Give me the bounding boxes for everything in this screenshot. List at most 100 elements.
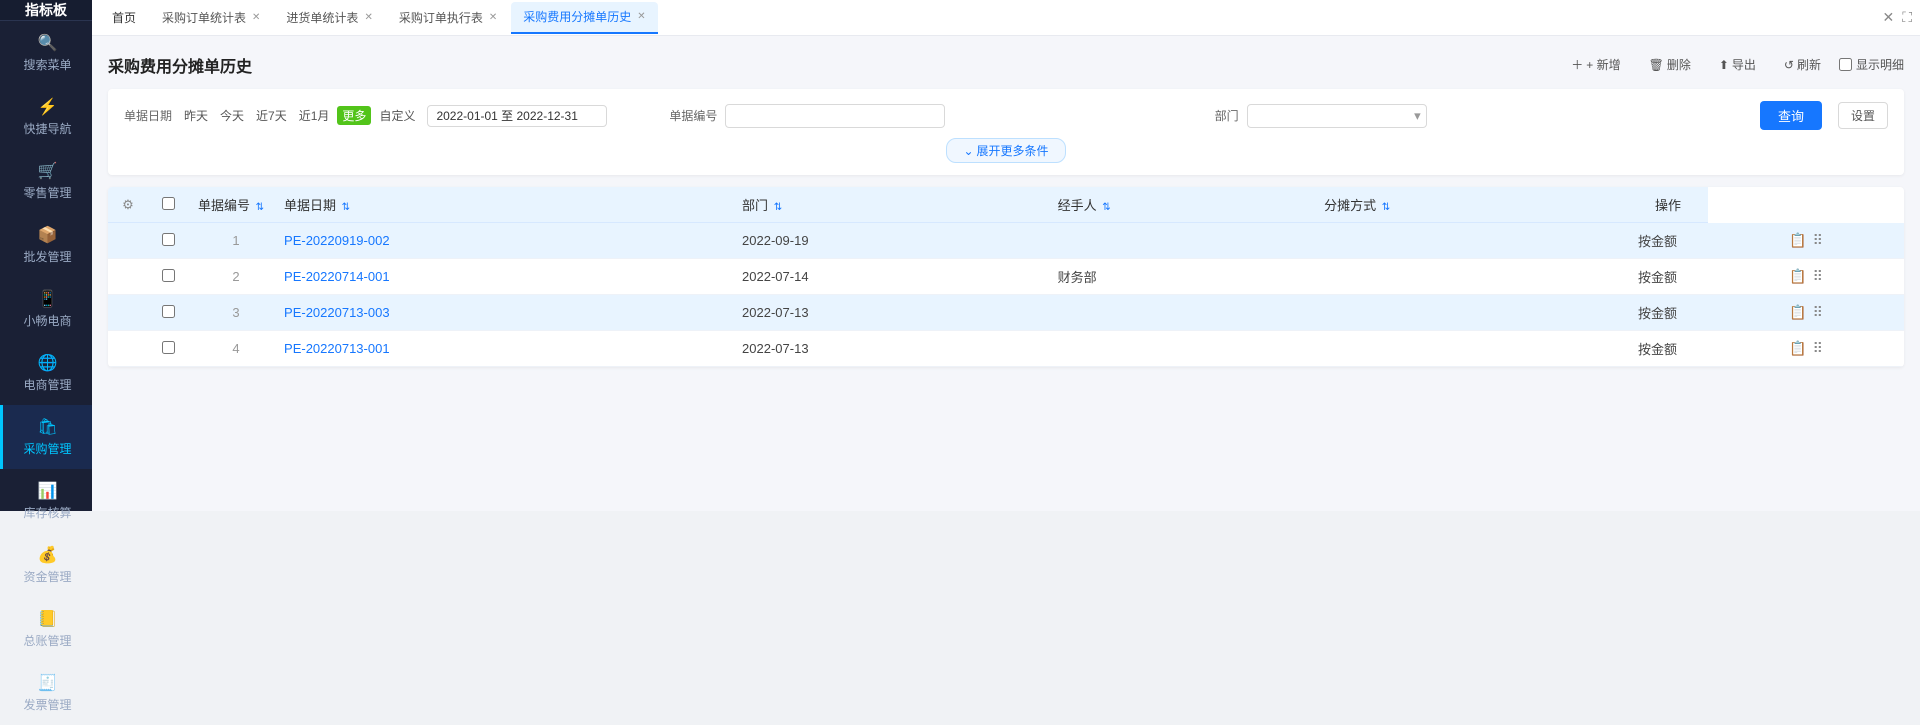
tab-purchase-order-exec-close[interactable]: ✕ [489, 2, 497, 34]
select-all-checkbox[interactable] [162, 197, 175, 210]
refresh-icon: ↺ [1784, 58, 1794, 72]
row-view-icon[interactable]: 📋 [1789, 304, 1806, 321]
shortcut-more[interactable]: 更多 [337, 106, 371, 125]
lightning-icon: ⚡ [38, 97, 58, 117]
col-settings[interactable]: ⚙ [108, 187, 148, 223]
row-docno-cell: 4 [188, 331, 274, 367]
shortcut-1month[interactable]: 近1月 [295, 106, 334, 125]
show-columns-label[interactable]: 显示明细 [1839, 56, 1904, 73]
sidebar-logo: 指标板 [0, 0, 92, 21]
tab-home[interactable]: 首页 [100, 2, 148, 34]
sidebar-item-mini[interactable]: 📱 小畅电商 [0, 277, 92, 341]
page-content: 采购费用分摊单历史 ＋ + 新增 🗑 删除 ⬆ 导出 ↺ 刷新 [92, 36, 1920, 511]
row-more-icon[interactable]: ⠿ [1813, 232, 1823, 249]
sidebar-item-search[interactable]: 🔍 搜索菜单 [0, 21, 92, 85]
filter-settings-button[interactable]: 设置 [1838, 102, 1888, 129]
sidebar-item-ecom[interactable]: 🌐 电商管理 [0, 341, 92, 405]
row-checkbox[interactable] [162, 269, 175, 282]
row-view-icon[interactable]: 📋 [1789, 340, 1806, 357]
sidebar-item-finance[interactable]: 💰 资金管理 [0, 533, 92, 597]
tab-bar: 首页 采购订单统计表 ✕ 进货单统计表 ✕ 采购订单执行表 ✕ 采购费用分摊单历… [92, 0, 1920, 36]
row-checkbox[interactable] [162, 341, 175, 354]
row-handler [1314, 295, 1628, 331]
query-button[interactable]: 查询 [1760, 101, 1822, 130]
row-split-method: 按金额 [1628, 295, 1708, 331]
col-handler: 经手人 ⇅ [1048, 187, 1314, 223]
row-split-method: 按金额 [1628, 259, 1708, 295]
tab-purchase-order-stats[interactable]: 采购订单统计表 ✕ [150, 2, 272, 34]
sidebar-item-label: 小畅电商 [23, 312, 71, 329]
sidebar-item-label: 总账管理 [23, 632, 71, 649]
col-dept-sort-icon[interactable]: ⇅ [774, 202, 782, 213]
tab-purchase-goods-stats-close[interactable]: ✕ [364, 2, 372, 34]
export-button[interactable]: ⬆ 导出 [1709, 52, 1766, 77]
row-actions: 📋 ⠿ [1708, 331, 1904, 367]
toolbar: ＋ + 新增 🗑 删除 ⬆ 导出 ↺ 刷新 显示明细 [1561, 52, 1904, 77]
expand-filter-button[interactable]: ⌄ 展开更多条件 [946, 138, 1065, 163]
refresh-button[interactable]: ↺ 刷新 [1774, 52, 1831, 77]
tab-purchase-fee-split[interactable]: 采购费用分摊单历史 ✕ [511, 2, 657, 34]
tab-purchase-order-stats-close[interactable]: ✕ [252, 2, 260, 34]
docno-input[interactable] [725, 104, 945, 128]
delete-button[interactable]: 🗑 删除 [1639, 52, 1701, 77]
date-range-input[interactable] [427, 105, 607, 127]
col-handler-sort-icon[interactable]: ⇅ [1102, 202, 1110, 213]
col-split-sort-icon[interactable]: ⇅ [1382, 202, 1390, 213]
row-view-icon[interactable]: 📋 [1789, 232, 1806, 249]
tab-close-action[interactable]: ✕ [1882, 9, 1894, 26]
row-date: 2022-09-19 [732, 223, 1048, 259]
sidebar-item-retail[interactable]: 🛒 零售管理 [0, 149, 92, 213]
table-row: 4 PE-20220713-001 2022-07-13 按金额 📋 ⠿ [108, 331, 1904, 367]
row-actions: 📋 ⠿ [1708, 259, 1904, 295]
show-columns-checkbox[interactable] [1839, 58, 1852, 71]
row-docno-link[interactable]: PE-20220713-003 [284, 305, 390, 320]
sidebar-item-ledger[interactable]: 📒 总账管理 [0, 597, 92, 661]
sidebar-item-label: 批发管理 [23, 248, 71, 265]
expand-label: 展开更多条件 [977, 142, 1049, 159]
row-settings-col [108, 295, 148, 331]
row-checkbox[interactable] [162, 305, 175, 318]
col-date-sort-icon[interactable]: ⇅ [342, 202, 350, 213]
sidebar-item-invoice[interactable]: 🧾 发票管理 [0, 661, 92, 725]
date-filter-group: 单据日期 昨天 今天 近7天 近1月 更多 自定义 [124, 105, 653, 127]
sidebar-item-label: 电商管理 [23, 376, 71, 393]
page-header: 采购费用分摊单历史 ＋ + 新增 🗑 删除 ⬆ 导出 ↺ 刷新 [108, 52, 1904, 77]
row-docno-link[interactable]: PE-20220713-001 [284, 341, 390, 356]
shortcut-yesterday[interactable]: 昨天 [180, 106, 212, 125]
row-docno-link[interactable]: PE-20220714-001 [284, 269, 390, 284]
tab-maximize-action[interactable]: ⛶ [1902, 9, 1912, 26]
tab-purchase-fee-split-close[interactable]: ✕ [637, 1, 645, 33]
row-docno-link[interactable]: PE-20220919-002 [284, 233, 390, 248]
row-more-icon[interactable]: ⠿ [1813, 340, 1823, 357]
sidebar-item-purchase[interactable]: 🛍 采购管理 [0, 405, 92, 469]
table-row: 1 PE-20220919-002 2022-09-19 按金额 📋 ⠿ [108, 223, 1904, 259]
row-checkbox-cell [148, 331, 188, 367]
row-checkbox-cell [148, 223, 188, 259]
row-more-icon[interactable]: ⠿ [1813, 268, 1823, 285]
box-icon: 📦 [38, 225, 58, 245]
row-dept [1048, 331, 1314, 367]
col-date-label: 单据日期 [284, 198, 336, 213]
col-docno-sort-icon[interactable]: ⇅ [256, 202, 264, 213]
sidebar-item-wholesale[interactable]: 📦 批发管理 [0, 213, 92, 277]
shortcut-custom[interactable]: 自定义 [375, 106, 419, 125]
row-handler [1314, 223, 1628, 259]
dept-select[interactable] [1247, 104, 1427, 128]
row-view-icon[interactable]: 📋 [1789, 268, 1806, 285]
row-checkbox[interactable] [162, 233, 175, 246]
refresh-label: 刷新 [1797, 56, 1821, 73]
shortcut-7days[interactable]: 近7天 [252, 106, 291, 125]
add-label: + 新增 [1586, 56, 1620, 73]
table-row: 3 PE-20220713-003 2022-07-13 按金额 📋 ⠿ [108, 295, 1904, 331]
sidebar-item-quicknav[interactable]: ⚡ 快捷导航 [0, 85, 92, 149]
col-docno-label: 单据编号 [198, 198, 250, 213]
add-button[interactable]: ＋ + 新增 [1561, 52, 1630, 77]
shortcut-today[interactable]: 今天 [216, 106, 248, 125]
sidebar-item-label: 快捷导航 [23, 120, 71, 137]
tab-purchase-order-stats-label: 采购订单统计表 [162, 2, 246, 34]
data-table: ⚙ 单据编号 ⇅ 单据日期 ⇅ 部门 [108, 187, 1904, 367]
sidebar-item-inventory[interactable]: 📊 库存核算 [0, 469, 92, 533]
tab-purchase-goods-stats[interactable]: 进货单统计表 ✕ [274, 2, 384, 34]
tab-purchase-order-exec[interactable]: 采购订单执行表 ✕ [387, 2, 509, 34]
row-more-icon[interactable]: ⠿ [1813, 304, 1823, 321]
